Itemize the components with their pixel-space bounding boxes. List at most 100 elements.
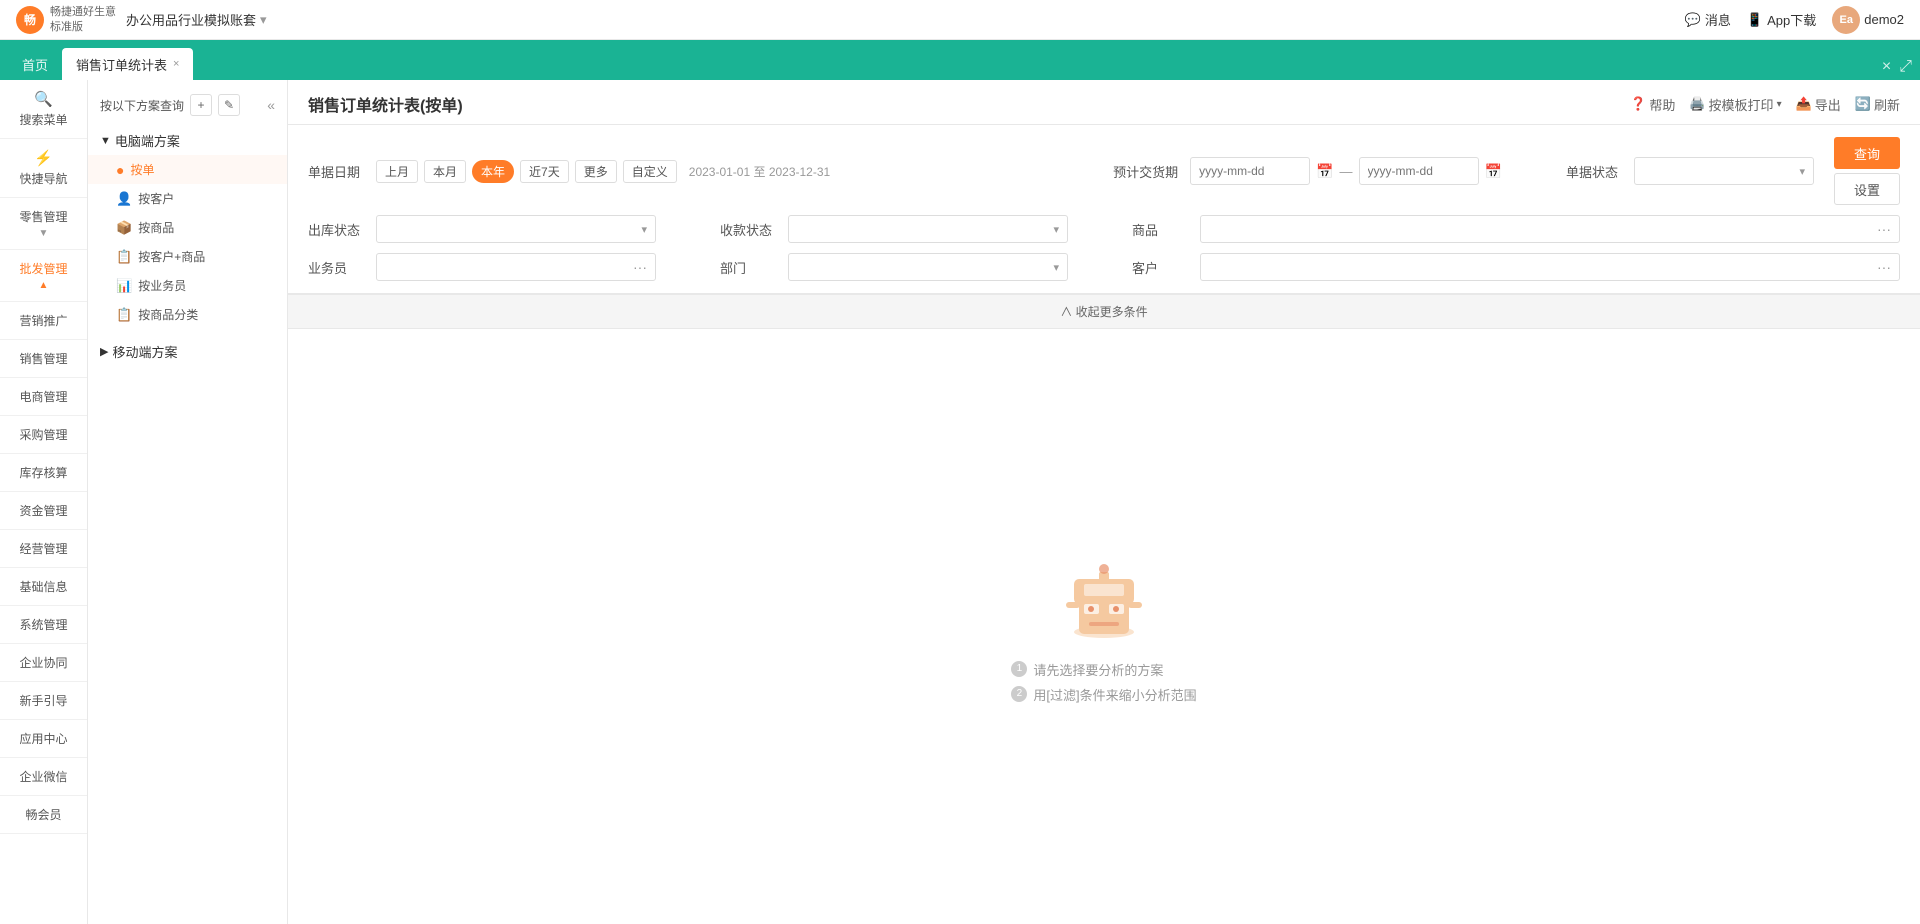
department-label: 部门: [720, 258, 776, 277]
export-button[interactable]: 📤 导出: [1796, 95, 1841, 114]
sidebar-item-search[interactable]: 🔍 搜索菜单: [0, 80, 87, 139]
last-month-btn[interactable]: 上月: [376, 160, 418, 183]
empty-tip-2: 2 用[过滤]条件来缩小分析范围: [1011, 685, 1196, 704]
tab-home[interactable]: 首页: [8, 48, 62, 80]
this-month-btn[interactable]: 本月: [424, 160, 466, 183]
empty-tips: 1 请先选择要分析的方案 2 用[过滤]条件来缩小分析范围: [1011, 660, 1196, 710]
customer-select[interactable]: ···: [1200, 253, 1900, 281]
quick-nav-icon: ⚡: [34, 149, 53, 167]
date-button-group: 上月 本月 本年 近7天 更多 自定义: [376, 160, 677, 183]
collapse-bar[interactable]: ∧ 收起更多条件: [288, 294, 1920, 329]
tip-2-num: 2: [1011, 686, 1027, 702]
panel-edit-button[interactable]: ✎: [218, 94, 240, 116]
payment-status-select[interactable]: ▾: [788, 215, 1068, 243]
tree-group-pc[interactable]: ▼ 电脑端方案: [88, 126, 287, 155]
expected-delivery-end[interactable]: [1359, 157, 1479, 185]
sidebar-item-retail-label: 零售管理: [19, 208, 67, 225]
panel-add-button[interactable]: +: [190, 94, 212, 116]
sidebar-item-wholesale[interactable]: 批发管理 ▲: [0, 250, 87, 302]
tab-bar-actions: × ⤢: [1882, 58, 1912, 80]
sidebar-item-marketing[interactable]: 营销推广: [0, 302, 87, 340]
sidebar-item-app-center[interactable]: 应用中心: [0, 720, 87, 758]
tab-home-label: 首页: [22, 55, 48, 74]
help-icon: ❓: [1630, 96, 1646, 112]
settings-button[interactable]: 设置: [1834, 173, 1900, 205]
top-bar-right: 💬 消息 📱 App下载 Ea demo2: [1685, 6, 1904, 34]
by-category-label: 按商品分类: [138, 306, 198, 323]
tree-item-by-customer[interactable]: 👤 按客户: [88, 184, 287, 213]
date-dash: —: [1340, 164, 1353, 179]
expected-delivery-label: 预计交货期: [1113, 162, 1178, 181]
panel-query-label: 按以下方案查询: [100, 97, 184, 114]
tip-1-num: 1: [1011, 661, 1027, 677]
sidebar-item-wechat-label: 企业微信: [19, 768, 67, 785]
sidebar-item-operations[interactable]: 经营管理: [0, 530, 87, 568]
calendar-end-icon[interactable]: 📅: [1485, 163, 1502, 180]
sidebar-item-collab-label: 企业协同: [19, 654, 67, 671]
panel-collapse-button[interactable]: «: [267, 97, 275, 113]
sidebar-item-retail[interactable]: 零售管理 ▼: [0, 198, 87, 250]
window-close-button[interactable]: ×: [1882, 58, 1891, 76]
sidebar-item-system-label: 系统管理: [19, 616, 67, 633]
sidebar-item-basic-info[interactable]: 基础信息: [0, 568, 87, 606]
tree-item-by-salesperson[interactable]: 📊 按业务员: [88, 271, 287, 300]
print-dropdown-icon: ▾: [1777, 99, 1782, 110]
sidebar-item-sales[interactable]: 销售管理: [0, 340, 87, 378]
query-button[interactable]: 查询: [1834, 137, 1900, 169]
sidebar-item-guide-label: 新手引导: [19, 692, 67, 709]
sidebar-item-member[interactable]: 畅会员: [0, 796, 87, 834]
sidebar-item-purchase[interactable]: 采购管理: [0, 416, 87, 454]
tab-close-icon[interactable]: ×: [173, 58, 179, 70]
sidebar-item-finance[interactable]: 资金管理: [0, 492, 87, 530]
last-7-days-btn[interactable]: 近7天: [520, 160, 569, 183]
tree-item-by-category[interactable]: 📋 按商品分类: [88, 300, 287, 329]
retail-arrow-icon: ▼: [39, 228, 49, 239]
user-name: demo2: [1864, 12, 1904, 27]
tree-item-by-goods[interactable]: 📦 按商品: [88, 213, 287, 242]
tab-sales-stat-label: 销售订单统计表: [76, 55, 167, 74]
window-maximize-button[interactable]: ⤢: [1899, 58, 1912, 76]
sidebar-item-system[interactable]: 系统管理: [0, 606, 87, 644]
department-select[interactable]: ▾: [788, 253, 1068, 281]
filter-row-2: 出库状态 ▾ 收款状态 ▾ 商品 ···: [308, 215, 1900, 243]
tree-group-mobile[interactable]: ▶ 移动端方案: [88, 337, 287, 366]
app-download-button[interactable]: 📱 App下载: [1747, 10, 1816, 29]
sidebar-item-app-center-label: 应用中心: [19, 730, 67, 747]
panel-add-icon: +: [198, 98, 205, 112]
calendar-start-icon[interactable]: 📅: [1316, 163, 1333, 180]
refresh-button[interactable]: 🔄 刷新: [1855, 95, 1900, 114]
print-template-button[interactable]: 🖨️ 按模板打印 ▾: [1689, 95, 1781, 114]
page-title-row: 销售订单统计表(按单) ❓ 帮助 🖨️ 按模板打印 ▾ 📤: [308, 92, 1900, 116]
sidebar-item-guide[interactable]: 新手引导: [0, 682, 87, 720]
goods-select[interactable]: ···: [1200, 215, 1900, 243]
filter-area: 单据日期 上月 本月 本年 近7天 更多 自定义 2023-01-01 至 20…: [288, 125, 1920, 294]
tab-sales-stat[interactable]: 销售订单统计表 ×: [62, 48, 193, 80]
expected-delivery-start[interactable]: [1190, 157, 1310, 185]
tree-item-by-order[interactable]: ● 按单: [88, 155, 287, 184]
payment-status-label: 收款状态: [720, 220, 776, 239]
empty-state: 1 请先选择要分析的方案 2 用[过滤]条件来缩小分析范围: [288, 329, 1920, 924]
sidebar-item-wechat[interactable]: 企业微信: [0, 758, 87, 796]
sidebar-item-quick-nav[interactable]: ⚡ 快捷导航: [0, 139, 87, 198]
sidebar-item-search-label: 搜索菜单: [19, 111, 67, 128]
this-year-btn[interactable]: 本年: [472, 160, 514, 183]
left-panel: 按以下方案查询 + ✎ « ▼ 电脑端方案 ● 按单: [88, 80, 288, 924]
breadcrumb-dropdown-icon[interactable]: ▾: [260, 12, 267, 28]
salesperson-select[interactable]: ···: [376, 253, 656, 281]
message-icon: 💬: [1685, 12, 1701, 28]
panel-edit-icon: ✎: [224, 98, 234, 112]
out-status-select[interactable]: ▾: [376, 215, 656, 243]
sidebar-item-inventory[interactable]: 库存核算: [0, 454, 87, 492]
help-button[interactable]: ❓ 帮助: [1630, 95, 1675, 114]
sidebar-item-collab[interactable]: 企业协同: [0, 644, 87, 682]
tree-section-pc: ▼ 电脑端方案 ● 按单 👤 按客户 📦 按商品 📋 按客户+商品: [88, 122, 287, 333]
bill-status-select[interactable]: ▾: [1634, 157, 1814, 185]
message-button[interactable]: 💬 消息: [1685, 10, 1731, 29]
salesperson-label: 业务员: [308, 258, 364, 277]
tree-item-by-customer-goods[interactable]: 📋 按客户+商品: [88, 242, 287, 271]
page-title: 销售订单统计表(按单): [308, 92, 463, 116]
sidebar-item-ecommerce[interactable]: 电商管理: [0, 378, 87, 416]
custom-btn[interactable]: 自定义: [623, 160, 677, 183]
user-menu[interactable]: Ea demo2: [1832, 6, 1904, 34]
more-btn[interactable]: 更多: [575, 160, 617, 183]
